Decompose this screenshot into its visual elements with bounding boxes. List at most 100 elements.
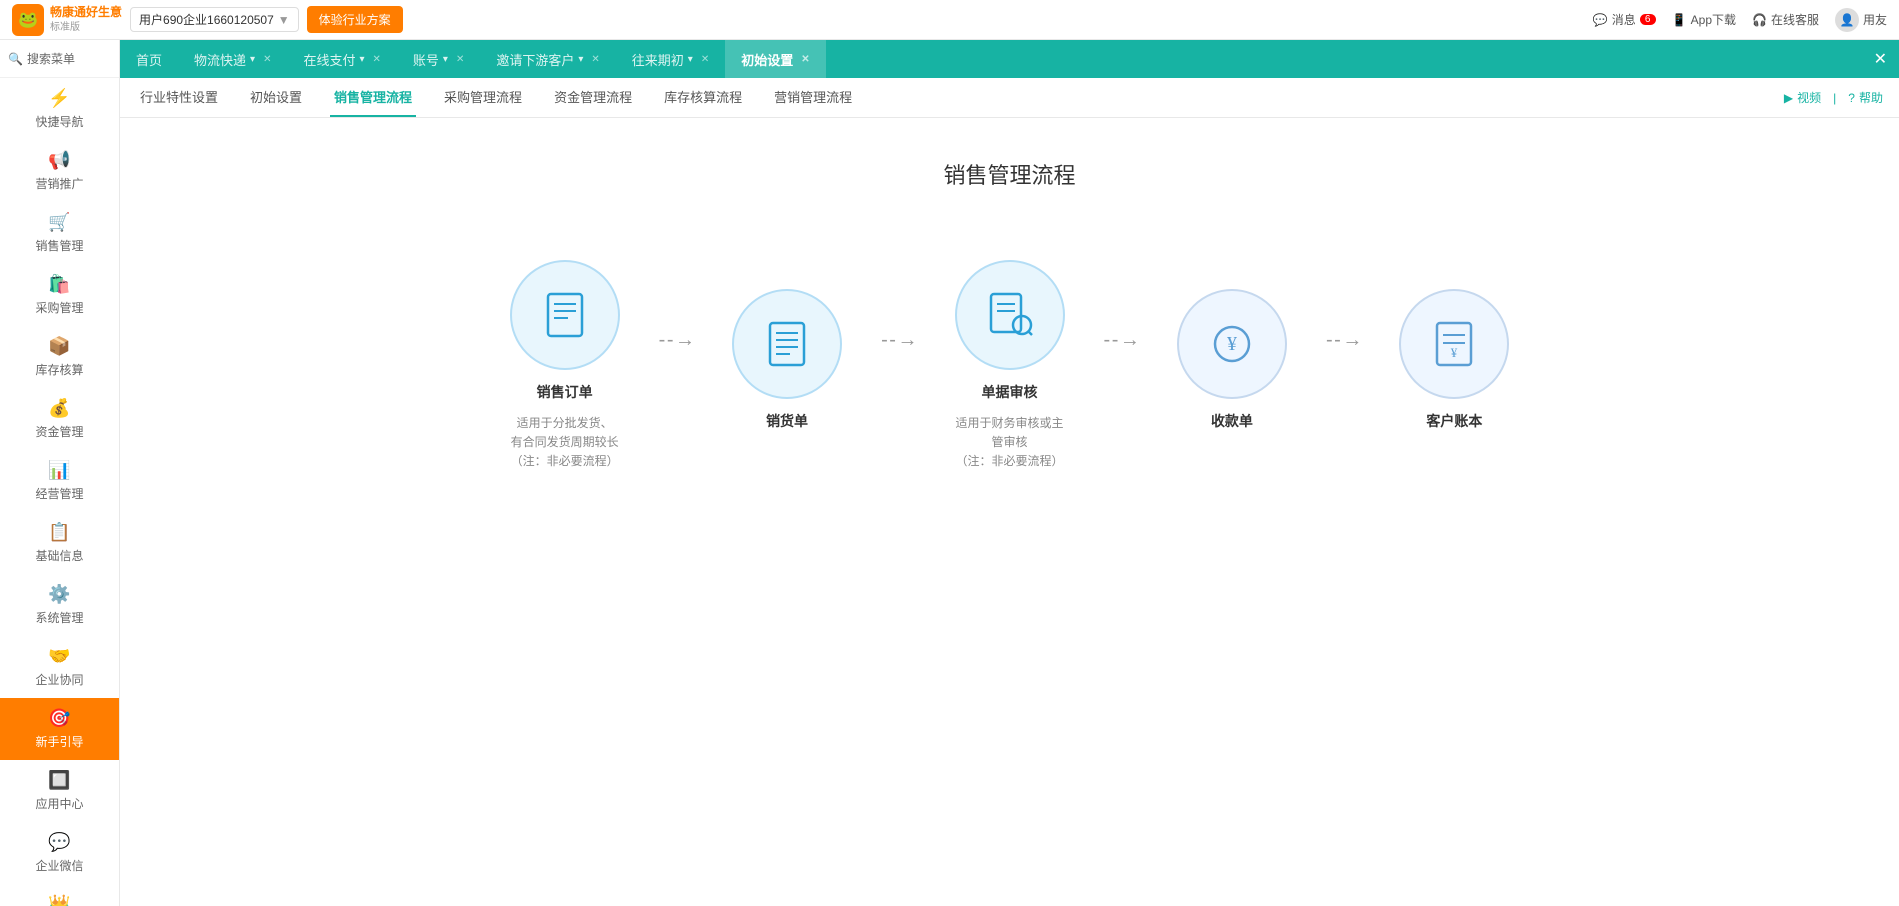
- sub-tab-label-2: 销售管理流程: [334, 87, 412, 106]
- sub-tab-2[interactable]: 销售管理流程: [330, 78, 416, 117]
- nav-tab-account-close[interactable]: ✕: [456, 54, 464, 65]
- logo-text: 畅康通好生意 标准版: [50, 5, 122, 34]
- user-item[interactable]: 👤 用友: [1835, 8, 1887, 32]
- flow-label-shipment: 销货单: [766, 411, 808, 431]
- sidebar-item-3[interactable]: 🛍️ 采购管理: [0, 264, 119, 326]
- sub-tab-4[interactable]: 资金管理流程: [550, 78, 636, 117]
- divider: |: [1833, 91, 1836, 105]
- nav-tab-init-close[interactable]: ✕: [801, 54, 809, 65]
- nav-tab-period-close[interactable]: ✕: [701, 54, 709, 65]
- logo-version: 标准版: [50, 21, 122, 34]
- app-download-item[interactable]: 📱 App下载: [1672, 11, 1736, 28]
- help-icon: ?: [1848, 91, 1855, 105]
- flow-circle-payment: ¥: [1177, 289, 1287, 399]
- video-icon: ▶: [1784, 91, 1793, 105]
- message-label: 消息: [1612, 11, 1636, 28]
- sidebar-item-7[interactable]: 📋 基础信息: [0, 512, 119, 574]
- sidebar-icon-6: 📊: [48, 460, 70, 481]
- flow-desc-sales-order: 适用于分批发货、有合同发货周期较长（注：非必要流程）: [511, 414, 619, 472]
- sidebar-icon-9: 🤝: [48, 646, 70, 667]
- sidebar-label-1: 营销推广: [35, 175, 83, 192]
- sub-tab-1[interactable]: 初始设置: [246, 78, 306, 117]
- sidebar-label-8: 系统管理: [35, 609, 83, 626]
- sidebar-item-5[interactable]: 💰 资金管理: [0, 388, 119, 450]
- flow-label-audit: 单据审核: [982, 382, 1038, 402]
- sidebar-item-8[interactable]: ⚙️ 系统管理: [0, 574, 119, 636]
- nav-tab-period-label: 往来期初: [632, 50, 684, 69]
- nav-tab-invite-close[interactable]: ✕: [591, 54, 599, 65]
- sidebar-item-4[interactable]: 📦 库存核算: [0, 326, 119, 388]
- nav-tab-account-arrow: ▾: [443, 54, 448, 65]
- trial-button[interactable]: 体验行业方案: [307, 6, 403, 33]
- top-bar-left: 🐸 畅康通好生意 标准版 用户690企业1660120507 ▼ 体验行业方案: [12, 4, 403, 36]
- sidebar-label-9: 企业协同: [35, 671, 83, 688]
- sidebar-icon-10: 🎯: [48, 708, 70, 729]
- help-link[interactable]: ? 帮助: [1848, 89, 1883, 106]
- flow-step-payment: ¥ 收款单: [1142, 289, 1322, 443]
- flow-arrow-3: - - →: [1104, 329, 1138, 402]
- top-bar-right: 💬 消息 6 📱 App下载 🎧 在线客服 👤 用友: [1593, 8, 1887, 32]
- sidebar-icon-0: ⚡: [48, 88, 70, 109]
- sidebar-item-1[interactable]: 📢 营销推广: [0, 140, 119, 202]
- flow-arrow-4: - - →: [1326, 329, 1360, 402]
- video-link[interactable]: ▶ 视频: [1784, 89, 1821, 106]
- sidebar-item-0[interactable]: ⚡ 快捷导航: [0, 78, 119, 140]
- sub-tab-0[interactable]: 行业特性设置: [136, 78, 222, 117]
- nav-tab-home-label: 首页: [136, 50, 162, 69]
- sidebar-item-2[interactable]: 🛒 销售管理: [0, 202, 119, 264]
- sub-tab-6[interactable]: 营销管理流程: [770, 78, 856, 117]
- flow-arrow-1: - - →: [659, 329, 693, 402]
- sidebar-item-6[interactable]: 📊 经营管理: [0, 450, 119, 512]
- nav-tab-logistics-close[interactable]: ✕: [263, 54, 271, 65]
- nav-tab-invite-label: 邀请下游客户: [496, 50, 574, 69]
- online-service-item[interactable]: 🎧 在线客服: [1752, 11, 1819, 28]
- sidebar-item-9[interactable]: 🤝 企业协同: [0, 636, 119, 698]
- nav-tab-logistics[interactable]: 物流快递 ▾ ✕: [178, 40, 287, 78]
- logo-title: 畅康通好生意: [50, 5, 122, 21]
- sidebar-item-13[interactable]: 👑 畅会员: [0, 884, 119, 906]
- nav-tab-logistics-arrow: ▾: [250, 54, 255, 65]
- svg-text:¥: ¥: [1451, 345, 1458, 360]
- nav-tab-init-label: 初始设置: [741, 50, 793, 69]
- company-arrow-icon: ▼: [278, 13, 290, 27]
- sidebar-search[interactable]: 🔍 搜索菜单: [0, 40, 119, 78]
- sidebar-icon-7: 📋: [48, 522, 70, 543]
- sidebar-label-5: 资金管理: [35, 423, 83, 440]
- sub-tab-5[interactable]: 库存核算流程: [660, 78, 746, 117]
- sidebar-icon-12: 💬: [48, 832, 70, 853]
- flow-step-audit: 单据审核 适用于财务审核或主管审核（注：非必要流程）: [920, 260, 1100, 472]
- sub-tab-3[interactable]: 采购管理流程: [440, 78, 526, 117]
- nav-tab-payment-close[interactable]: ✕: [373, 54, 381, 65]
- nav-tab-payment[interactable]: 在线支付 ▾ ✕: [287, 40, 396, 78]
- sidebar-item-12[interactable]: 💬 企业微信: [0, 822, 119, 884]
- flow-label-payment: 收款单: [1211, 411, 1253, 431]
- sidebar-icon-3: 🛍️: [48, 274, 70, 295]
- sidebar: 🔍 搜索菜单 ⚡ 快捷导航 📢 营销推广 🛒 销售管理 🛍️ 采购管理 📦 库存…: [0, 40, 120, 906]
- nav-tab-logistics-label: 物流快递: [194, 50, 246, 69]
- search-icon: 🔍: [8, 52, 23, 66]
- avatar: 👤: [1835, 8, 1859, 32]
- online-service-label: 在线客服: [1771, 11, 1819, 28]
- nav-close-all[interactable]: ✕: [1862, 49, 1899, 69]
- sidebar-label-7: 基础信息: [35, 547, 83, 564]
- sidebar-label-11: 应用中心: [35, 795, 83, 812]
- page-content: 销售管理流程 销售订单 适用于分批发货、有合同发货周期较长（注：非必要流程）: [120, 118, 1899, 906]
- sidebar-item-10[interactable]: 🎯 新手引导: [0, 698, 119, 760]
- company-selector[interactable]: 用户690企业1660120507 ▼: [130, 7, 299, 32]
- flow-step-sales-order: 销售订单 适用于分批发货、有合同发货周期较长（注：非必要流程）: [475, 260, 655, 472]
- sub-tab-label-3: 采购管理流程: [444, 87, 522, 106]
- nav-tab-period-arrow: ▾: [688, 54, 693, 65]
- sidebar-item-11[interactable]: 🔲 应用中心: [0, 760, 119, 822]
- sidebar-search-label: 搜索菜单: [27, 50, 75, 67]
- sub-tabs: 行业特性设置 初始设置 销售管理流程 采购管理流程 资金管理流程 库存核算流程 …: [120, 78, 1899, 118]
- nav-tab-account[interactable]: 账号 ▾ ✕: [397, 40, 480, 78]
- sidebar-icon-5: 💰: [48, 398, 70, 419]
- nav-tab-home[interactable]: 首页: [120, 40, 178, 78]
- nav-tab-period[interactable]: 往来期初 ▾ ✕: [616, 40, 725, 78]
- nav-tab-init[interactable]: 初始设置 ✕: [725, 40, 825, 78]
- logo-icon: 🐸: [12, 4, 44, 36]
- nav-tab-account-label: 账号: [413, 50, 439, 69]
- app-icon: 📱: [1672, 13, 1687, 27]
- message-item[interactable]: 💬 消息 6: [1593, 11, 1656, 28]
- nav-tab-invite[interactable]: 邀请下游客户 ▾ ✕: [480, 40, 615, 78]
